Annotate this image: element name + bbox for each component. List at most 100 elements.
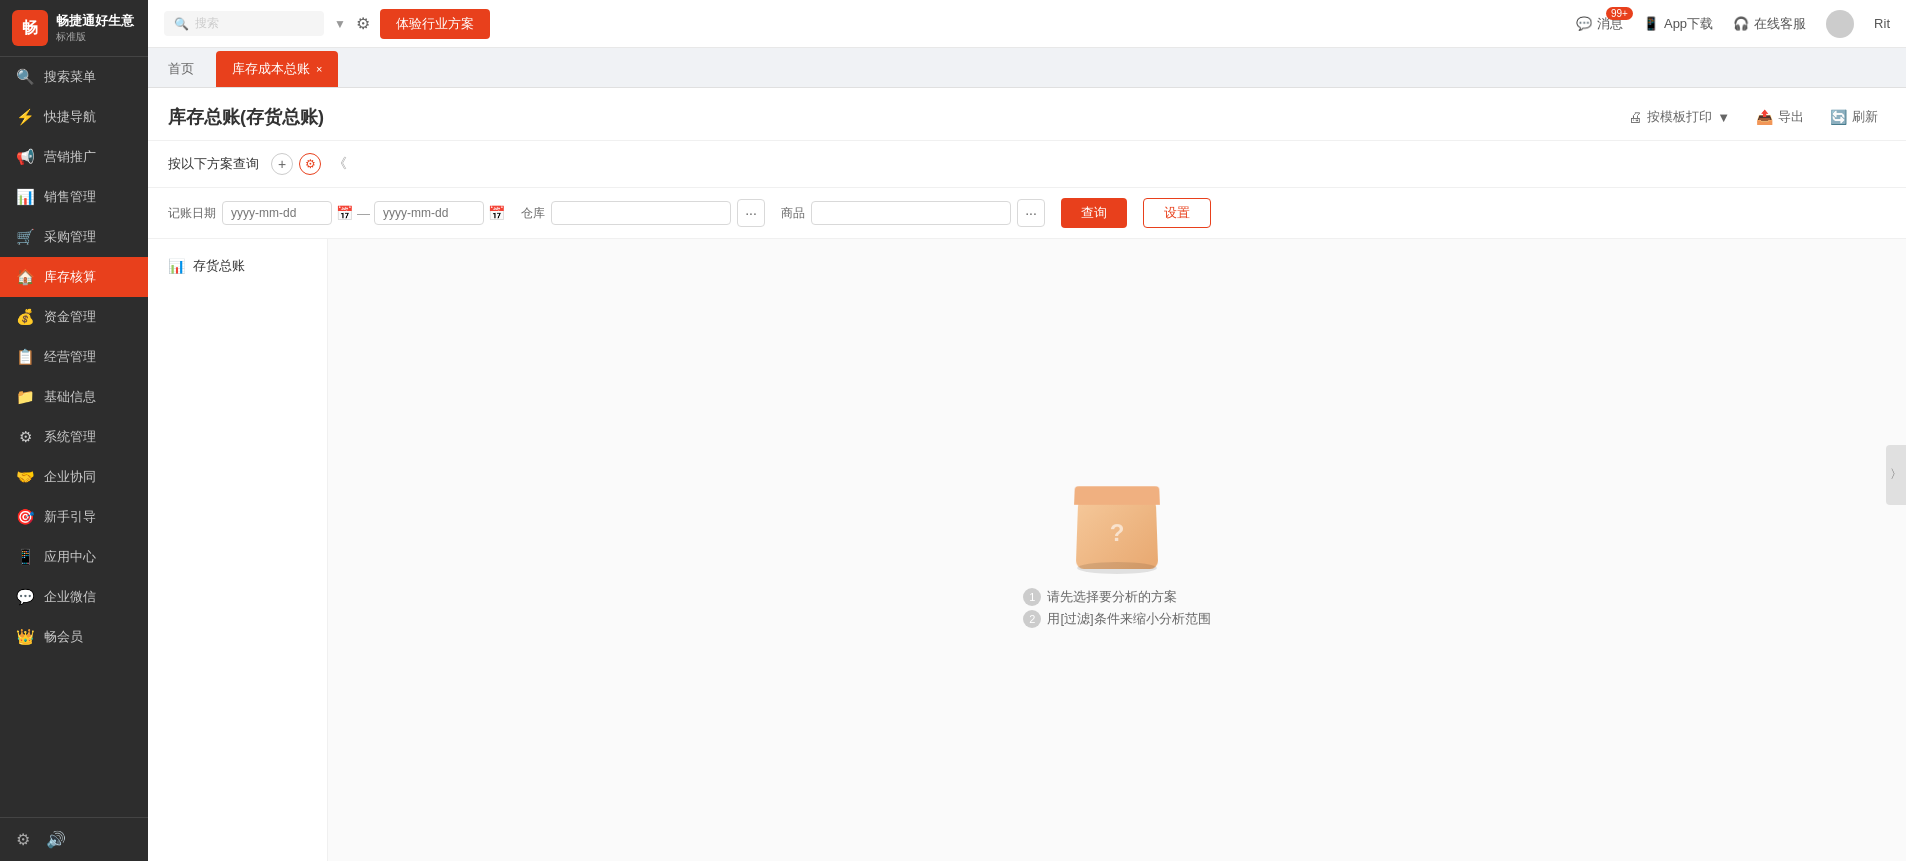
trial-btn[interactable]: 体验行业方案 [380,9,490,39]
warehouse-field: 仓库 ··· [521,199,765,227]
warehouse-more-btn[interactable]: ··· [737,199,765,227]
sidebar-sales-label: 销售管理 [44,188,96,206]
sidebar-item-basic[interactable]: 📁 基础信息 [0,377,148,417]
sidebar-item-finance[interactable]: 💰 资金管理 [0,297,148,337]
sidebar-guide-icon: 🎯 [16,508,34,526]
sidebar-quick-nav-label: 快捷导航 [44,108,96,126]
logo-sub: 标准版 [56,30,134,44]
tab-close-icon[interactable]: × [316,63,322,75]
sidebar-finance-icon: 💰 [16,308,34,326]
sidebar-member-label: 畅会员 [44,628,83,646]
tab-home[interactable]: 首页 [148,51,214,87]
print-icon: 🖨 [1628,109,1642,125]
tab-inventory-ledger[interactable]: 库存成本总账 × [216,51,338,87]
refresh-btn[interactable]: 🔄 刷新 [1822,104,1886,130]
sidebar-item-quick-nav[interactable]: ⚡ 快捷导航 [0,97,148,137]
sidebar-item-app-center[interactable]: 📱 应用中心 [0,537,148,577]
print-btn[interactable]: 🖨 按模板打印 ▼ [1620,104,1738,130]
right-panel-close[interactable]: 〉 [1886,445,1906,505]
filter-bar: 按以下方案查询 + ⚙ 《 [148,141,1906,188]
sidebar-item-enterprise[interactable]: 🤝 企业协同 [0,457,148,497]
filter-collapse-btn[interactable]: 《 [333,155,347,173]
data-area: 1 请先选择要分析的方案 2 用[过滤]条件来缩小分析范围 [328,239,1906,861]
refresh-icon: 🔄 [1830,109,1847,125]
page-panel: 库存总账(存货总账) 🖨 按模板打印 ▼ 📤 导出 🔄 刷新 [148,88,1906,861]
refresh-label: 刷新 [1852,108,1878,126]
empty-shadow-graphic [1077,562,1157,574]
export-icon: 📤 [1756,109,1773,125]
export-btn[interactable]: 📤 导出 [1748,104,1812,130]
empty-box-graphic [1076,499,1159,569]
scheme-panel: 📊 存货总账 1 请先选择要分析的方案 [148,239,1906,861]
filter-actions: + ⚙ [271,153,321,175]
sidebar-purchase-label: 采购管理 [44,228,96,246]
filter-add-btn[interactable]: + [271,153,293,175]
tip-1-text: 请先选择要分析的方案 [1047,588,1177,606]
sidebar-enterprise-label: 企业协同 [44,468,96,486]
print-chevron-icon: ▼ [1717,110,1730,125]
online-service-btn[interactable]: 🎧 在线客服 [1733,15,1806,33]
filter-settings-btn[interactable]: ⚙ [299,153,321,175]
sidebar-item-marketing[interactable]: 📢 营销推广 [0,137,148,177]
sidebar-item-operation[interactable]: 📋 经营管理 [0,337,148,377]
scheme-item-icon: 📊 [168,258,185,274]
sidebar-item-member[interactable]: 👑 畅会员 [0,617,148,657]
empty-state: 1 请先选择要分析的方案 2 用[过滤]条件来缩小分析范围 [1023,468,1210,632]
logo-text: 畅捷通好生意 标准版 [56,12,134,44]
date-to-input[interactable] [374,201,484,225]
sidebar-item-search[interactable]: 🔍 搜索菜单 [0,57,148,97]
sidebar-sales-icon: 📊 [16,188,34,206]
scheme-item-inventory[interactable]: 📊 存货总账 [158,249,317,283]
scheme-item-label: 存货总账 [193,257,245,275]
date-label: 记账日期 [168,205,216,222]
search-icon: 🔍 [174,17,189,31]
tip-2-num: 2 [1023,610,1041,628]
warehouse-input[interactable] [551,201,731,225]
topbar-gear-icon[interactable]: ⚙ [356,14,370,33]
sidebar-app-center-icon: 📱 [16,548,34,566]
sidebar-purchase-icon: 🛒 [16,228,34,246]
user-avatar[interactable] [1826,10,1854,38]
page-header: 库存总账(存货总账) 🖨 按模板打印 ▼ 📤 导出 🔄 刷新 [148,88,1906,141]
app-download-btn[interactable]: 📱 App下载 [1643,15,1713,33]
page-title: 库存总账(存货总账) [168,105,324,129]
tip-1-num: 1 [1023,588,1041,606]
topbar: 🔍 搜索 ▼ ⚙ 体验行业方案 💬 消息 99+ 📱 App下载 🎧 在线客服 … [148,0,1906,48]
calendar-from-icon[interactable]: 📅 [336,205,353,221]
sidebar-logo: 畅 畅捷通好生意 标准版 [0,0,148,57]
sidebar-item-guide[interactable]: 🎯 新手引导 [0,497,148,537]
goods-input[interactable] [811,201,1011,225]
sidebar-inventory-label: 库存核算 [44,268,96,286]
empty-illustration [1057,468,1177,568]
settings-button[interactable]: 设置 [1143,198,1211,228]
date-input-wrapper: 📅 — 📅 [222,201,505,225]
logo-main: 畅捷通好生意 [56,12,134,30]
sidebar: 畅 畅捷通好生意 标准版 🔍 搜索菜单 ⚡ 快捷导航 📢 营销推广 📊 销售管理… [0,0,148,861]
goods-more-btn[interactable]: ··· [1017,199,1045,227]
main-area: 🔍 搜索 ▼ ⚙ 体验行业方案 💬 消息 99+ 📱 App下载 🎧 在线客服 … [148,0,1906,861]
message-btn[interactable]: 💬 消息 99+ [1576,15,1623,33]
date-separator: — [357,206,370,221]
topbar-search[interactable]: 🔍 搜索 [164,11,324,36]
settings-icon[interactable]: ⚙ [16,830,30,849]
sidebar-bottom: ⚙ 🔊 [0,817,148,861]
sidebar-wechat-icon: 💬 [16,588,34,606]
date-from-input[interactable] [222,201,332,225]
scheme-sidebar: 📊 存货总账 [148,239,328,861]
date-field: 记账日期 📅 — 📅 [168,201,505,225]
empty-tips: 1 请先选择要分析的方案 2 用[过滤]条件来缩小分析范围 [1023,584,1210,632]
volume-icon[interactable]: 🔊 [46,830,66,849]
sidebar-app-center-label: 应用中心 [44,548,96,566]
sidebar-item-system[interactable]: ⚙ 系统管理 [0,417,148,457]
topbar-chevron-icon[interactable]: ▼ [334,17,346,31]
service-icon: 🎧 [1733,16,1749,31]
calendar-to-icon[interactable]: 📅 [488,205,505,221]
sidebar-item-inventory[interactable]: 🏠 库存核算 [0,257,148,297]
sidebar-member-icon: 👑 [16,628,34,646]
sidebar-item-purchase[interactable]: 🛒 采购管理 [0,217,148,257]
sidebar-item-sales[interactable]: 📊 销售管理 [0,177,148,217]
username[interactable]: Rit [1874,16,1890,31]
message-badge: 99+ [1606,7,1633,20]
search-button[interactable]: 查询 [1061,198,1127,228]
sidebar-item-wechat[interactable]: 💬 企业微信 [0,577,148,617]
